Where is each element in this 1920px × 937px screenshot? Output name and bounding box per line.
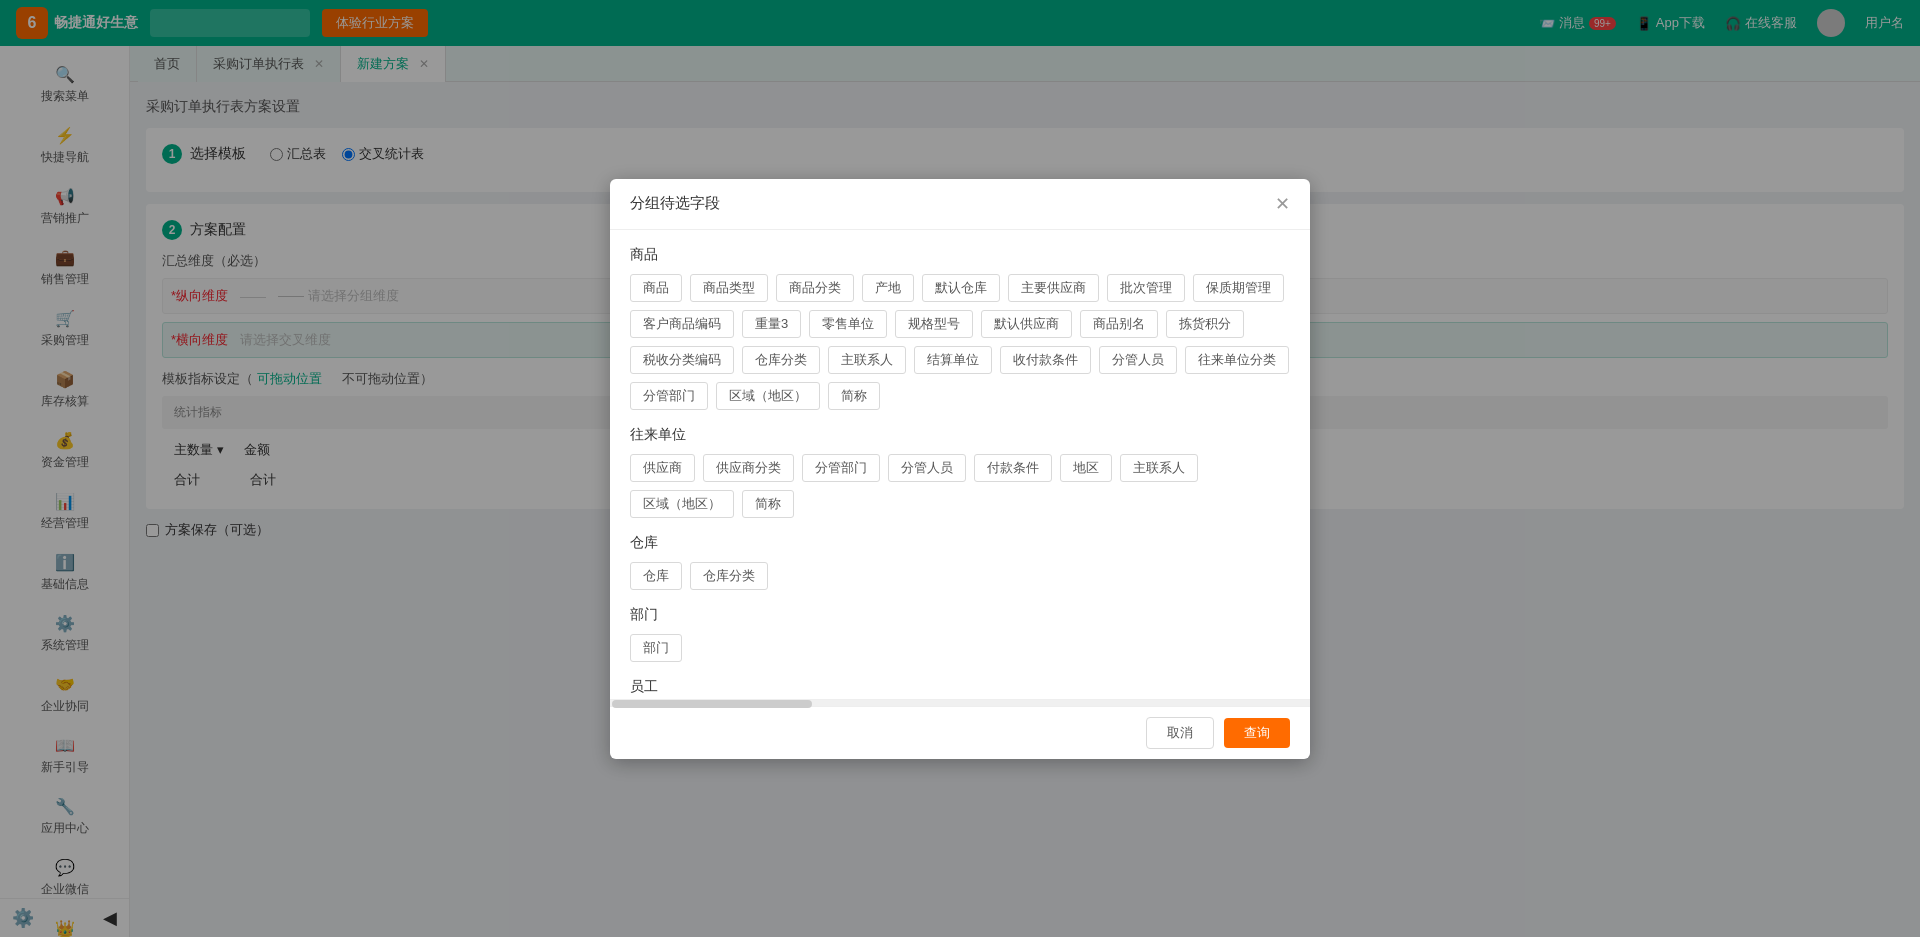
field-tag[interactable]: 拣货积分 bbox=[1166, 310, 1244, 338]
field-tag[interactable]: 分管部门 bbox=[802, 454, 880, 482]
field-tag[interactable]: 税收分类编码 bbox=[630, 346, 734, 374]
field-tags-往来单位: 供应商供应商分类分管部门分管人员付款条件地区主联系人区域（地区） 简称 bbox=[630, 454, 1290, 518]
field-tags-商品: 商品商品类型商品分类产地默认仓库主要供应商批次管理保质期管理客户商品编码重量3 零… bbox=[630, 274, 1290, 410]
section-title-部门: 部门 bbox=[630, 606, 1290, 624]
field-tag[interactable]: 仓库分类 bbox=[690, 562, 768, 590]
field-tag[interactable]: 商品类型 bbox=[690, 274, 768, 302]
field-tag[interactable]: 主要供应商 bbox=[1008, 274, 1099, 302]
section-title-往来单位: 往来单位 bbox=[630, 426, 1290, 444]
field-tag[interactable]: 主联系人 bbox=[1120, 454, 1198, 482]
field-tag[interactable]: 零售单位 bbox=[809, 310, 887, 338]
field-tag[interactable]: 商品分类 bbox=[776, 274, 854, 302]
field-tag[interactable]: 默认供应商 bbox=[981, 310, 1072, 338]
field-tag[interactable]: 商品 bbox=[630, 274, 682, 302]
field-tag[interactable]: 结算单位 bbox=[914, 346, 992, 374]
section-title-员工: 员工 bbox=[630, 678, 1290, 696]
field-section-往来单位: 往来单位供应商供应商分类分管部门分管人员付款条件地区主联系人区域（地区） 简称 bbox=[630, 426, 1290, 518]
field-section-商品: 商品商品商品类型商品分类产地默认仓库主要供应商批次管理保质期管理客户商品编码重量… bbox=[630, 246, 1290, 410]
modal-footer: 取消 查询 bbox=[610, 706, 1310, 759]
field-tag[interactable]: 分管人员 bbox=[888, 454, 966, 482]
modal-scrollbar[interactable] bbox=[610, 699, 1310, 705]
field-tag[interactable]: 保质期管理 bbox=[1193, 274, 1284, 302]
field-tag[interactable]: 分管人员 bbox=[1099, 346, 1177, 374]
modal-close-btn[interactable]: ✕ bbox=[1275, 193, 1290, 215]
modal-overlay: 分组待选字段 ✕ 商品商品商品类型商品分类产地默认仓库主要供应商批次管理保质期管… bbox=[0, 0, 1920, 937]
field-tags-部门: 部门 bbox=[630, 634, 1290, 662]
field-tag[interactable]: 地区 bbox=[1060, 454, 1112, 482]
field-tag[interactable]: 区域（地区） bbox=[630, 490, 734, 518]
field-tag[interactable]: 往来单位分类 bbox=[1185, 346, 1289, 374]
field-select-modal: 分组待选字段 ✕ 商品商品商品类型商品分类产地默认仓库主要供应商批次管理保质期管… bbox=[610, 179, 1310, 759]
field-tags-仓库: 仓库仓库分类 bbox=[630, 562, 1290, 590]
field-tag[interactable]: 简称 bbox=[742, 490, 794, 518]
field-tag[interactable]: 默认仓库 bbox=[922, 274, 1000, 302]
field-tag[interactable]: 区域（地区） bbox=[716, 382, 820, 410]
field-tag[interactable]: 部门 bbox=[630, 634, 682, 662]
field-tag[interactable]: 收付款条件 bbox=[1000, 346, 1091, 374]
field-tag[interactable]: 规格型号 bbox=[895, 310, 973, 338]
confirm-button[interactable]: 查询 bbox=[1224, 718, 1290, 748]
field-tag[interactable]: 分管部门 bbox=[630, 382, 708, 410]
field-tag[interactable]: 批次管理 bbox=[1107, 274, 1185, 302]
field-tag[interactable]: 供应商 bbox=[630, 454, 695, 482]
field-tag[interactable]: 客户商品编码 bbox=[630, 310, 734, 338]
field-tag[interactable]: 付款条件 bbox=[974, 454, 1052, 482]
field-tag[interactable]: 仓库 bbox=[630, 562, 682, 590]
field-tag[interactable]: 重量3 bbox=[742, 310, 801, 338]
field-tag[interactable]: 商品别名 bbox=[1080, 310, 1158, 338]
field-section-仓库: 仓库仓库仓库分类 bbox=[630, 534, 1290, 590]
modal-body: 商品商品商品类型商品分类产地默认仓库主要供应商批次管理保质期管理客户商品编码重量… bbox=[610, 230, 1310, 700]
field-section-员工: 员工业务员 bbox=[630, 678, 1290, 700]
field-tag[interactable]: 产地 bbox=[862, 274, 914, 302]
field-tag[interactable]: 供应商分类 bbox=[703, 454, 794, 482]
cancel-button[interactable]: 取消 bbox=[1146, 717, 1214, 749]
field-tag[interactable]: 仓库分类 bbox=[742, 346, 820, 374]
section-title-仓库: 仓库 bbox=[630, 534, 1290, 552]
modal-title: 分组待选字段 bbox=[630, 194, 720, 213]
field-tag[interactable]: 主联系人 bbox=[828, 346, 906, 374]
modal-header: 分组待选字段 ✕ bbox=[610, 179, 1310, 230]
section-title-商品: 商品 bbox=[630, 246, 1290, 264]
modal-scrollbar-thumb[interactable] bbox=[612, 700, 812, 708]
field-section-部门: 部门部门 bbox=[630, 606, 1290, 662]
field-tag[interactable]: 简称 bbox=[828, 382, 880, 410]
